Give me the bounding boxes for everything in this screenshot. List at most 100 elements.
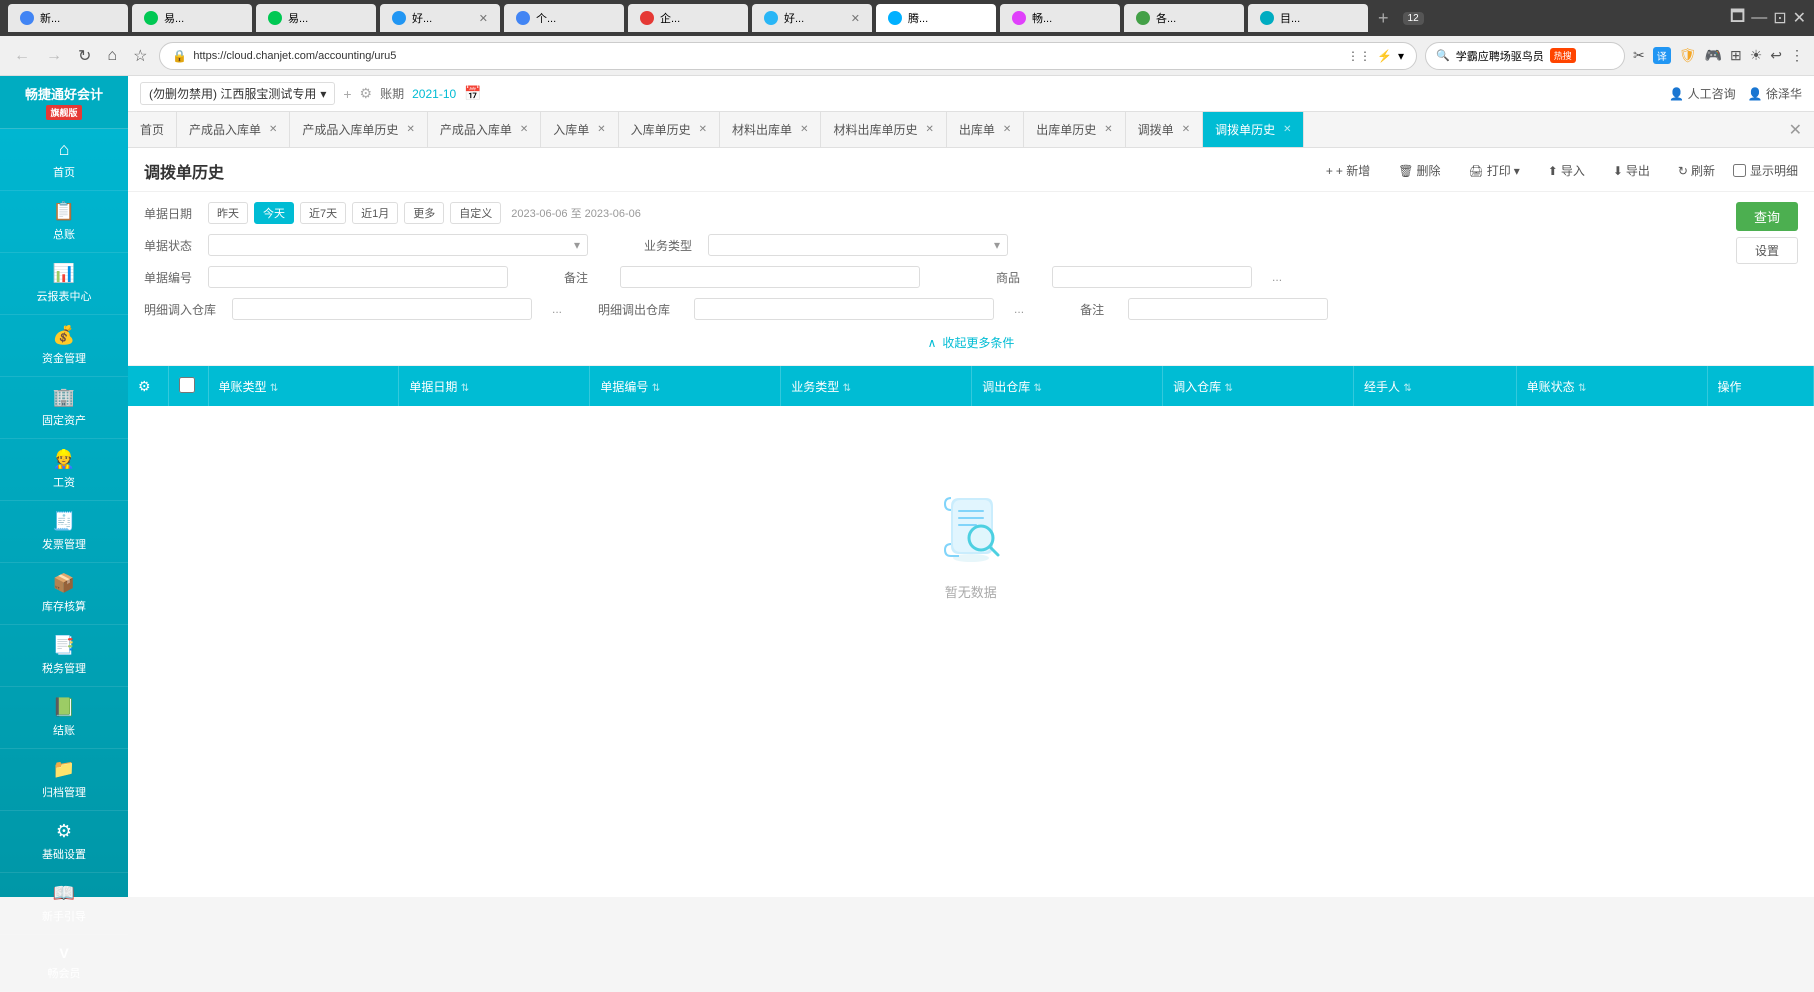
tab-transfer-close[interactable]: ✕ bbox=[1182, 124, 1190, 135]
tab-material-out-hist[interactable]: 材料出库单历史 ✕ bbox=[821, 112, 946, 148]
th-doc-type[interactable]: 单账类型 ⇅ bbox=[208, 366, 399, 406]
sidebar-item-invoice[interactable]: 🧾 发票管理 bbox=[0, 501, 128, 563]
tab-out[interactable]: 出库单 ✕ bbox=[947, 112, 1024, 148]
goods-dots-btn[interactable]: ... bbox=[1272, 270, 1282, 284]
date-more-btn[interactable]: 更多 bbox=[404, 202, 444, 224]
sidebar-item-funds[interactable]: 💰 资金管理 bbox=[0, 315, 128, 377]
print-button[interactable]: 🖨 打印 ▾ bbox=[1458, 158, 1529, 183]
close-all-tabs-button[interactable]: ✕ bbox=[1777, 120, 1814, 140]
tab-transfer-hist-close[interactable]: ✕ bbox=[1283, 124, 1291, 135]
sidebar-item-ledger[interactable]: 📋 总账 bbox=[0, 191, 128, 253]
add-company-button[interactable]: + bbox=[343, 86, 351, 102]
tab-out-close[interactable]: ✕ bbox=[1003, 124, 1011, 135]
browser-tab-10[interactable]: 各... bbox=[1124, 4, 1244, 32]
goods-input[interactable] bbox=[1052, 266, 1252, 288]
tab-close-4[interactable]: ✕ bbox=[479, 12, 488, 25]
tab-stock-in-hist-close[interactable]: ✕ bbox=[699, 124, 707, 135]
sidebar-item-reports[interactable]: 📊 云报表中心 bbox=[0, 253, 128, 315]
browser-tab-6[interactable]: 企... bbox=[628, 4, 748, 32]
browser-tab-4[interactable]: 好... ✕ bbox=[380, 4, 500, 32]
sidebar-item-tax[interactable]: 📑 税务管理 bbox=[0, 625, 128, 687]
tab-transfer-hist[interactable]: 调拨单历史 ✕ bbox=[1203, 112, 1304, 148]
tab-transfer[interactable]: 调拨单 ✕ bbox=[1126, 112, 1203, 148]
detail-note-input[interactable] bbox=[1128, 298, 1328, 320]
browser-tab-9[interactable]: 畅... bbox=[1000, 4, 1120, 32]
select-all-checkbox[interactable] bbox=[179, 377, 195, 393]
search-bar[interactable]: 🔍 学霸应聘场驱鸟员 热搜 bbox=[1425, 42, 1625, 70]
support-btn[interactable]: 👤 人工咨询 bbox=[1669, 85, 1735, 102]
detail-in-dots-btn[interactable]: ... bbox=[552, 302, 562, 316]
note-input[interactable] bbox=[620, 266, 920, 288]
new-tab-button[interactable]: + bbox=[1372, 8, 1395, 29]
query-button[interactable]: 查询 bbox=[1736, 202, 1798, 231]
date-1month-btn[interactable]: 近1月 bbox=[352, 202, 398, 224]
back-button[interactable]: ← bbox=[10, 43, 34, 69]
detail-in-input[interactable] bbox=[232, 298, 532, 320]
browser-tab-3[interactable]: 易... bbox=[256, 4, 376, 32]
browser-tab-11[interactable]: 目... bbox=[1248, 4, 1368, 32]
tab-material-out[interactable]: 材料出库单 ✕ bbox=[720, 112, 821, 148]
sidebar-item-member[interactable]: V 畅会员 bbox=[0, 935, 128, 992]
calendar-icon[interactable]: 📅 bbox=[464, 85, 481, 102]
tab-material-out-hist-close[interactable]: ✕ bbox=[925, 124, 933, 135]
sidebar-item-assets[interactable]: 🏢 固定资产 bbox=[0, 377, 128, 439]
bookmark-button[interactable]: ☆ bbox=[129, 42, 151, 70]
browser-tab-7[interactable]: 好... ✕ bbox=[752, 4, 872, 32]
date-today-btn[interactable]: 今天 bbox=[254, 202, 294, 224]
tab-material-out-close[interactable]: ✕ bbox=[800, 124, 808, 135]
home-button[interactable]: ⌂ bbox=[103, 43, 121, 69]
date-yesterday-btn[interactable]: 昨天 bbox=[208, 202, 248, 224]
import-button[interactable]: ⬆ 导入 bbox=[1538, 158, 1595, 183]
tab-finished-in-hist[interactable]: 产成品入库单历史 ✕ bbox=[290, 112, 427, 148]
forward-button[interactable]: → bbox=[42, 43, 66, 69]
filter-settings-button[interactable]: 设置 bbox=[1736, 237, 1798, 264]
th-handler[interactable]: 经手人 ⇅ bbox=[1354, 366, 1517, 406]
tab-home[interactable]: 首页 bbox=[128, 112, 177, 148]
th-business-type[interactable]: 业务类型 ⇅ bbox=[781, 366, 972, 406]
th-doc-status[interactable]: 单账状态 ⇅ bbox=[1516, 366, 1707, 406]
date-7days-btn[interactable]: 近7天 bbox=[300, 202, 346, 224]
tab-finished-in-hist-close[interactable]: ✕ bbox=[406, 124, 414, 135]
tab-finished-in-close[interactable]: ✕ bbox=[269, 124, 277, 135]
tab-finished-in[interactable]: 产成品入库单 ✕ bbox=[177, 112, 290, 148]
sidebar-item-home[interactable]: ⌂ 首页 bbox=[0, 129, 128, 191]
th-doc-date[interactable]: 单据日期 ⇅ bbox=[399, 366, 590, 406]
tab-stock-in[interactable]: 入库单 ✕ bbox=[541, 112, 618, 148]
period-value[interactable]: 2021-10 bbox=[412, 87, 456, 101]
delete-button[interactable]: 🗑 删除 bbox=[1388, 158, 1450, 183]
settings-company-button[interactable]: ⚙ bbox=[360, 85, 373, 102]
sidebar-item-archive[interactable]: 📁 归档管理 bbox=[0, 749, 128, 811]
column-settings-button[interactable]: ⚙ bbox=[138, 378, 151, 395]
th-out-warehouse[interactable]: 调出仓库 ⇅ bbox=[972, 366, 1163, 406]
browser-tab-5[interactable]: 个... bbox=[504, 4, 624, 32]
th-doc-no[interactable]: 单据编号 ⇅ bbox=[590, 366, 781, 406]
new-button[interactable]: + + 新增 bbox=[1316, 158, 1380, 183]
refresh-button[interactable]: ↻ bbox=[74, 42, 95, 70]
export-button[interactable]: ⬇ 导出 bbox=[1603, 158, 1660, 183]
address-bar[interactable]: 🔒 https://cloud.chanjet.com/accounting/u… bbox=[159, 42, 1417, 70]
company-selector[interactable]: (勿删勿禁用) 江西服宝测试专用 ▾ bbox=[140, 82, 335, 105]
tab-stock-in-close[interactable]: ✕ bbox=[597, 124, 605, 135]
date-custom-btn[interactable]: 自定义 bbox=[450, 202, 501, 224]
status-select[interactable] bbox=[208, 234, 588, 256]
sidebar-item-settings[interactable]: ⚙ 基础设置 bbox=[0, 811, 128, 873]
tab-out-hist-close[interactable]: ✕ bbox=[1104, 124, 1112, 135]
tab-finished-in2-close[interactable]: ✕ bbox=[520, 124, 528, 135]
refresh-button-page[interactable]: ↻ 刷新 bbox=[1668, 158, 1725, 183]
th-in-warehouse[interactable]: 调入仓库 ⇅ bbox=[1163, 366, 1354, 406]
docno-input[interactable] bbox=[208, 266, 508, 288]
display-checkbox[interactable] bbox=[1733, 164, 1746, 177]
tab-finished-in2[interactable]: 产成品入库单 ✕ bbox=[428, 112, 541, 148]
detail-out-dots-btn[interactable]: ... bbox=[1014, 302, 1024, 316]
display-toggle[interactable]: 显示明细 bbox=[1733, 162, 1798, 179]
sidebar-item-closing[interactable]: 📗 结账 bbox=[0, 687, 128, 749]
sidebar-item-inventory[interactable]: 📦 库存核算 bbox=[0, 563, 128, 625]
browser-tab-1[interactable]: 新... bbox=[8, 4, 128, 32]
collapse-row[interactable]: ∧ 收起更多条件 bbox=[144, 330, 1798, 355]
tab-stock-in-hist[interactable]: 入库单历史 ✕ bbox=[619, 112, 720, 148]
browser-tab-2[interactable]: 易... bbox=[132, 4, 252, 32]
tab-out-hist[interactable]: 出库单历史 ✕ bbox=[1024, 112, 1125, 148]
tab-close-7[interactable]: ✕ bbox=[851, 12, 860, 25]
user-btn[interactable]: 👤 徐泽华 bbox=[1748, 85, 1802, 102]
business-type-select[interactable] bbox=[708, 234, 1008, 256]
